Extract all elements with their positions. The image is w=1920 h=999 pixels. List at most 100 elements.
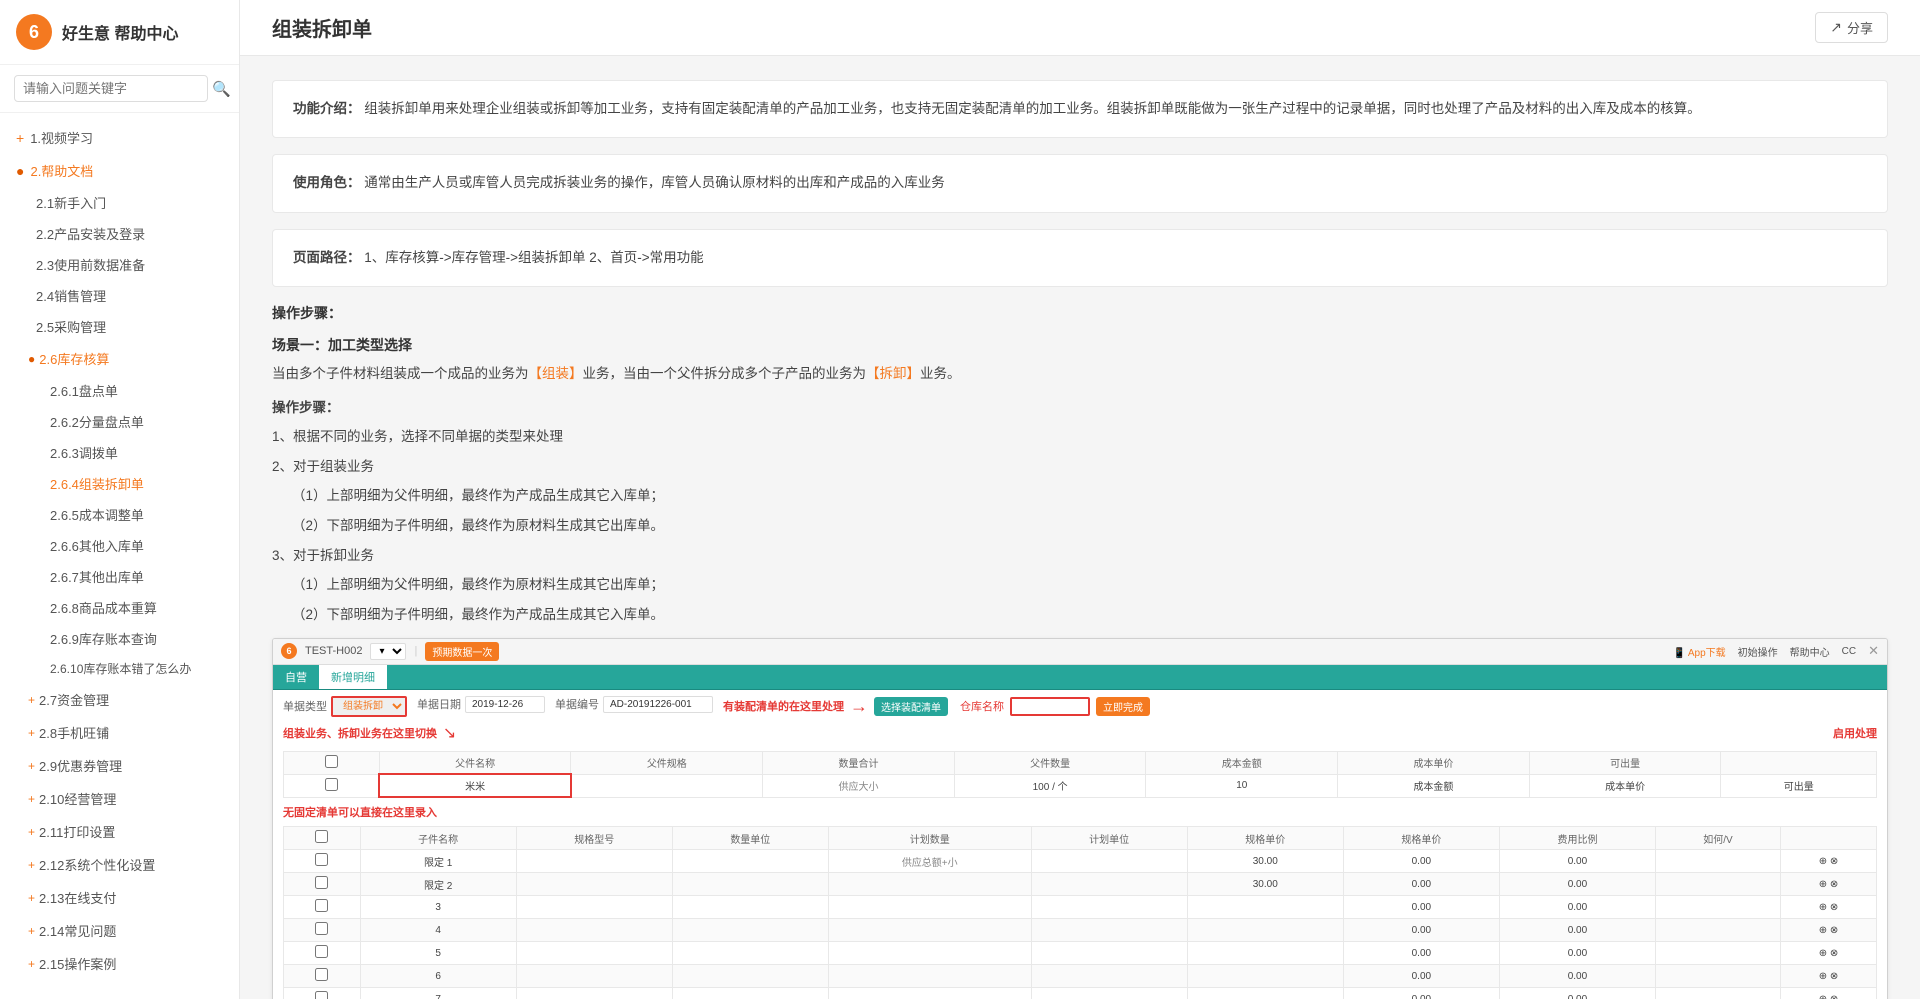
sidebar-label-docs-2-12: 2.12系统个性化设置: [39, 855, 155, 874]
sidebar-item-docs[interactable]: ● 2.帮助文档: [0, 154, 239, 187]
sidebar-item-docs-2-6-1[interactable]: 2.6.1盘点单: [0, 375, 239, 406]
scr-header-table: 父件名称 父件规格 数量合计 父件数量 成本金额 成本单价 可出量: [283, 751, 1877, 799]
scr-link-app[interactable]: 📱 App下载: [1673, 644, 1725, 659]
scr-parent-name-val: 米米: [465, 782, 485, 793]
sidebar-label-docs: 2.帮助文档: [30, 161, 93, 180]
scr-row-check[interactable]: [325, 778, 338, 791]
scr-header-table-wrap: 父件名称 父件规格 数量合计 父件数量 成本金额 成本单价 可出量: [283, 751, 1877, 799]
scr-th-cost-price: 成本单价: [1338, 751, 1530, 774]
role-block: 使用角色： 通常由生产人员或库管人员完成拆装业务的操作，库管人员确认原材料的出库…: [272, 154, 1888, 212]
scr-detail-row-check-7[interactable]: [315, 991, 328, 999]
table-row: 限定 2 30.00 0.00 0.00 ⊕ ⊗: [284, 873, 1877, 896]
steps-section: 操作步骤： 场景一：加工类型选择 当由多个子件材料组装成一个成品的业务为【组装】…: [272, 303, 1888, 628]
content-area: 功能介绍： 组装拆卸单用来处理企业组装或拆卸等加工业务，支持有固定装配清单的产品…: [240, 56, 1920, 999]
sidebar-label-docs-2-7: 2.7资金管理: [39, 690, 109, 709]
scr-titlebar-left: 6 TEST-H002 ▾ | 预期数据一次: [281, 642, 499, 661]
scr-biz-hint: 组装业务、拆卸业务在这里切换: [283, 725, 437, 741]
sidebar-item-docs-2-9[interactable]: + 2.9优惠券管理: [0, 749, 239, 782]
main-area: 组装拆卸单 ↗ 分享 功能介绍： 组装拆卸单用来处理企业组装或拆卸等加工业务，支…: [240, 0, 1920, 999]
sidebar-item-docs-2-6-6[interactable]: 2.6.6其他入库单: [0, 530, 239, 561]
sidebar-item-docs-2-8[interactable]: + 2.8手机旺铺: [0, 716, 239, 749]
sidebar-item-docs-2-14[interactable]: + 2.14常见问题: [0, 914, 239, 947]
scr-link-help[interactable]: 帮助中心: [1790, 644, 1830, 659]
scr-warehouse-input[interactable]: [1010, 697, 1090, 716]
step-1: 1、根据不同的业务，选择不同单据的类型来处理: [272, 424, 1888, 450]
scr-btn-refresh[interactable]: 预期数据一次: [425, 642, 499, 661]
scr-btn-confirm[interactable]: 立即完成: [1096, 697, 1150, 716]
scr-detail-row-check-2[interactable]: [315, 876, 328, 889]
scene1-title: 场景一：加工类型选择: [272, 335, 1888, 355]
scr-bill-input[interactable]: [603, 696, 713, 713]
sidebar-item-docs-2-6-4[interactable]: 2.6.4组装拆卸单: [0, 468, 239, 499]
table-row: 4 0.000.00 ⊕ ⊗: [284, 919, 1877, 942]
sidebar-item-docs-2-3[interactable]: 2.3使用前数据准备: [0, 249, 239, 280]
sidebar-item-docs-2-6[interactable]: ● 2.6库存核算: [0, 342, 239, 375]
scr-tab-new[interactable]: 新增明细: [319, 665, 387, 689]
sidebar-item-docs-2-10[interactable]: + 2.10经营管理: [0, 782, 239, 815]
role-text: 通常由生产人员或库管人员完成拆装业务的操作，库管人员确认原材料的出库和产成品的入…: [364, 175, 945, 190]
scr-form-content: 单据类型 组装拆卸 单据日期 单据编号 有: [273, 690, 1887, 999]
scr-check-all[interactable]: [325, 755, 338, 768]
scr-form-row-1: 单据类型 组装拆卸 单据日期 单据编号 有: [283, 696, 1877, 717]
sidebar-item-docs-2-6-7[interactable]: 2.6.7其他出库单: [0, 561, 239, 592]
scr-date-input[interactable]: [465, 696, 545, 713]
plus-icon-2-9: +: [28, 759, 35, 773]
sidebar-item-docs-2-6-2[interactable]: 2.6.2分量盘点单: [0, 406, 239, 437]
step-ops-title: 操作步骤：: [272, 395, 1888, 421]
sidebar-item-docs-2-6-10[interactable]: 2.6.10库存账本错了怎么办: [0, 654, 239, 683]
plus-icon-2-12: +: [28, 858, 35, 872]
sidebar-item-docs-2-4[interactable]: 2.4销售管理: [0, 280, 239, 311]
scr-th-parent-spec: 父件规格: [571, 751, 763, 774]
role-label: 使用角色：: [293, 175, 361, 190]
scr-user: CC: [1842, 646, 1856, 657]
sidebar-item-docs-2-5[interactable]: 2.5采购管理: [0, 311, 239, 342]
scr-detail-row-check-6[interactable]: [315, 968, 328, 981]
sidebar-item-docs-2-2[interactable]: 2.2产品安装及登录: [0, 218, 239, 249]
sidebar-item-docs-2-12[interactable]: + 2.12系统个性化设置: [0, 848, 239, 881]
scr-detail-row-check-4[interactable]: [315, 922, 328, 935]
scr-tab-self[interactable]: 自营: [273, 665, 319, 689]
scr-link-init[interactable]: 初始操作: [1738, 644, 1778, 659]
scr-process-hint-wrap: 启用处理: [1833, 725, 1877, 741]
scr-detail-row-check-5[interactable]: [315, 945, 328, 958]
scr-th-qty-total: 数量合计: [763, 751, 955, 774]
sidebar-header: 6 好生意 帮助中心: [0, 0, 239, 65]
sidebar-label-docs-2-6: 2.6库存核算: [39, 349, 109, 368]
sidebar-item-docs-2-1[interactable]: 2.1新手入门: [0, 187, 239, 218]
plus-icon: +: [16, 130, 24, 146]
scr-btn-assembly-list[interactable]: 选择装配清单: [874, 697, 948, 716]
share-button[interactable]: ↗ 分享: [1815, 12, 1888, 43]
path-text: 1、库存核算->库存管理->组装拆卸单 2、首页->常用功能: [364, 250, 703, 265]
scr-date-label: 单据日期: [417, 696, 461, 712]
sidebar-item-video[interactable]: + 1.视频学习: [0, 121, 239, 154]
sidebar-item-docs-2-15[interactable]: + 2.15操作案例: [0, 947, 239, 980]
scr-select-store[interactable]: ▾: [370, 643, 406, 660]
table-row: 米米 供应大小 100 / 个 10 成本金额 成本单价 可出量: [284, 774, 1877, 797]
sidebar-item-docs-2-6-3[interactable]: 2.6.3调拨单: [0, 437, 239, 468]
scr-detail-row-check-3[interactable]: [315, 899, 328, 912]
scr-type-select[interactable]: 组装拆卸: [331, 696, 407, 717]
sidebar-item-docs-2-6-8[interactable]: 2.6.8商品成本重算: [0, 592, 239, 623]
search-input[interactable]: [14, 75, 208, 102]
scr-close-icon[interactable]: ✕: [1868, 643, 1879, 659]
scr-dth-check: [284, 827, 361, 850]
scr-detail-check-all[interactable]: [315, 830, 328, 843]
search-button[interactable]: 🔍: [212, 80, 231, 98]
step-3-1: （1）上部明细为父件明细，最终作为原材料生成其它出库单；: [272, 572, 1888, 598]
scr-dth-plan-unit: 计划单位: [1031, 827, 1187, 850]
scr-detail-row-check-1[interactable]: [315, 853, 328, 866]
arrow-right-1: →: [850, 696, 868, 717]
path-block: 页面路径： 1、库存核算->库存管理->组装拆卸单 2、首页->常用功能: [272, 229, 1888, 287]
sidebar-item-docs-2-7[interactable]: + 2.7资金管理: [0, 683, 239, 716]
sidebar-item-docs-2-11[interactable]: + 2.11打印设置: [0, 815, 239, 848]
highlight-assembly: 【组装】: [529, 366, 583, 381]
sidebar-label-docs-2-8: 2.8手机旺铺: [39, 723, 109, 742]
highlight-disassembly: 【拆卸】: [866, 366, 920, 381]
scr-bill-label: 单据编号: [555, 696, 599, 712]
scr-tabs: 自营 新增明细: [273, 665, 1887, 690]
sidebar-item-docs-2-13[interactable]: + 2.13在线支付: [0, 881, 239, 914]
sidebar-item-docs-2-6-5[interactable]: 2.6.5成本调整单: [0, 499, 239, 530]
sidebar-item-docs-2-6-9[interactable]: 2.6.9库存账本查询: [0, 623, 239, 654]
app-name: 好生意 帮助中心: [62, 20, 178, 44]
intro-label: 功能介绍：: [293, 101, 361, 116]
